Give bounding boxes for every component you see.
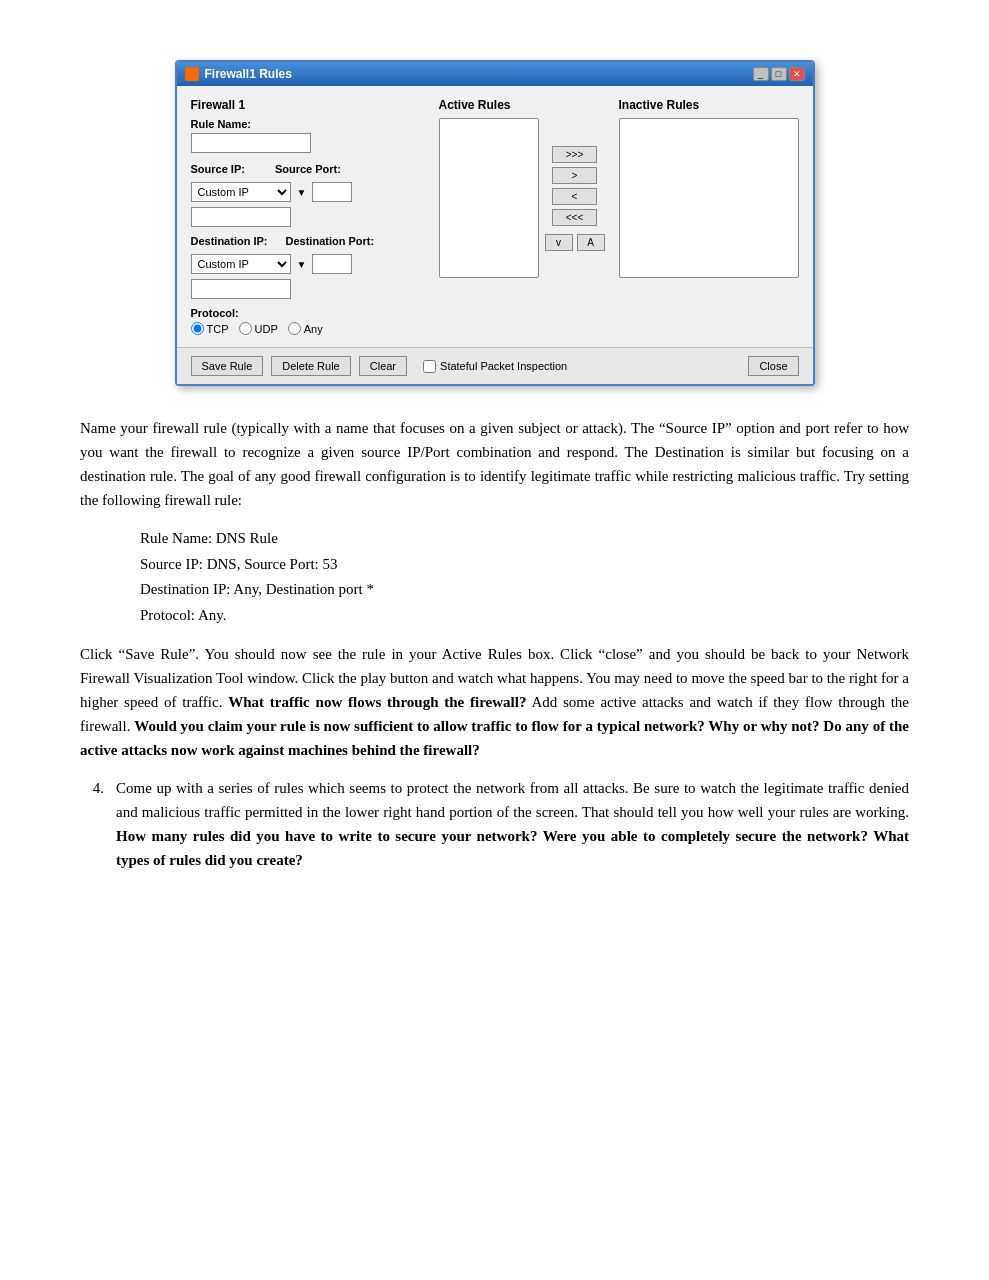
udp-label: UDP [255,323,278,335]
rule-line-4: Protocol: Any. [140,603,909,629]
dest-labels-row: Destination IP: Destination Port: [191,235,431,250]
rule-name-input[interactable] [191,133,311,153]
vu-buttons-row: v A [545,234,605,251]
dest-ip-dropdown[interactable]: Custom IP [191,254,291,274]
move-one-right-button[interactable]: > [552,167,597,184]
item-number-4: 4. [80,776,104,872]
active-rules-listbox[interactable] [439,118,539,278]
dialog-body: Firewall 1 Rule Name: Source IP: Source … [177,86,813,347]
rule-line-1: Rule Name: DNS Rule [140,526,909,552]
dest-custom-ip-input[interactable] [191,279,291,299]
dest-ip-section: Destination IP: Destination Port: Custom… [191,235,431,299]
rule-name-section: Rule Name: [191,118,431,153]
close-dialog-button[interactable]: Close [748,356,798,376]
source-ip-dropdown[interactable]: Custom IP [191,182,291,202]
dest-port-label: Destination Port: [286,235,375,247]
dialog-app-icon [185,67,199,81]
source-ip-label: Source IP: [191,163,245,175]
move-all-left-button[interactable]: <<< [552,209,597,226]
item4-bold: How many rules did you have to write to … [116,828,909,868]
paragraph-2: Click “Save Rule”. You should now see th… [80,642,909,762]
middle-inner: >>> > < <<< v A [439,118,611,278]
delete-rule-button[interactable]: Delete Rule [271,356,350,376]
spi-label-text: Stateful Packet Inspection [440,360,567,372]
left-column-header: Firewall 1 Rule Name: Source IP: Source … [191,98,431,335]
window-controls: _ □ ✕ [753,67,805,81]
active-rules-label: Active Rules [439,98,611,112]
tcp-radio[interactable] [191,322,204,335]
dialog-container: Firewall1 Rules _ □ ✕ Firewall 1 Rule Na… [80,60,909,386]
text-content: Name your firewall rule (typically with … [80,416,909,872]
minimize-button[interactable]: _ [753,67,769,81]
any-radio[interactable] [288,322,301,335]
right-column: Inactive Rules [619,98,799,335]
rule-block: Rule Name: DNS Rule Source IP: DNS, Sour… [140,526,909,628]
rule-line-2: Source IP: DNS, Source Port: 53 [140,552,909,578]
source-port-input[interactable] [312,182,352,202]
rule-name-label: Rule Name: [191,118,431,130]
window-close-button[interactable]: ✕ [789,67,805,81]
dialog-titlebar: Firewall1 Rules _ □ ✕ [177,62,813,86]
inactive-rules-listbox[interactable] [619,118,799,278]
tcp-label: TCP [207,323,229,335]
firewall-label: Firewall 1 [191,98,431,112]
dest-ip-row: Custom IP ▼ [191,254,431,274]
dest-ip-label: Destination IP: [191,235,268,247]
save-rule-button[interactable]: Save Rule [191,356,264,376]
column-headers: Firewall 1 Rule Name: Source IP: Source … [191,98,799,335]
move-down-button[interactable]: v [545,234,573,251]
list-item-4: 4. Come up with a series of rules which … [80,776,909,872]
item4-pre: Come up with a series of rules which see… [116,780,909,820]
source-ip-row: Custom IP ▼ [191,182,431,202]
any-label: Any [304,323,323,335]
dialog-title: Firewall1 Rules [205,67,292,81]
firewall-rules-dialog: Firewall1 Rules _ □ ✕ Firewall 1 Rule Na… [175,60,815,386]
protocol-section: Protocol: TCP UDP [191,307,431,335]
rule-line-3: Destination IP: Any, Destination port * [140,577,909,603]
udp-radio-item: UDP [239,322,278,335]
paragraph-2-bold2: Would you claim your rule is now suffici… [80,718,909,758]
dialog-footer: Save Rule Delete Rule Clear Stateful Pac… [177,347,813,384]
inactive-rules-label: Inactive Rules [619,98,799,112]
source-ip-section: Source IP: Source Port: Custom IP ▼ [191,163,431,227]
source-custom-ip-input[interactable] [191,207,291,227]
title-left: Firewall1 Rules [185,67,292,81]
middle-column: Active Rules >>> > < <<< v A [439,98,611,335]
dest-dropdown-arrow-icon: ▼ [297,259,307,270]
tcp-radio-item: TCP [191,322,229,335]
source-labels-row: Source IP: Source Port: [191,163,431,178]
maximize-button[interactable]: □ [771,67,787,81]
clear-button[interactable]: Clear [359,356,407,376]
spi-checkbox[interactable] [423,360,436,373]
dropdown-arrow-icon: ▼ [297,187,307,198]
spi-checkbox-label: Stateful Packet Inspection [423,360,567,373]
source-port-label: Source Port: [275,163,341,175]
protocol-label: Protocol: [191,307,431,319]
move-all-right-button[interactable]: >>> [552,146,597,163]
udp-radio[interactable] [239,322,252,335]
dest-port-input[interactable] [312,254,352,274]
move-up-button[interactable]: A [577,234,605,251]
item-content-4: Come up with a series of rules which see… [116,776,909,872]
any-radio-item: Any [288,322,323,335]
transfer-buttons-group: >>> > < <<< v A [539,118,611,278]
paragraph-1: Name your firewall rule (typically with … [80,416,909,512]
protocol-radio-row: TCP UDP Any [191,322,431,335]
move-one-left-button[interactable]: < [552,188,597,205]
paragraph-2-bold: What traffic now flows through the firew… [228,694,526,710]
